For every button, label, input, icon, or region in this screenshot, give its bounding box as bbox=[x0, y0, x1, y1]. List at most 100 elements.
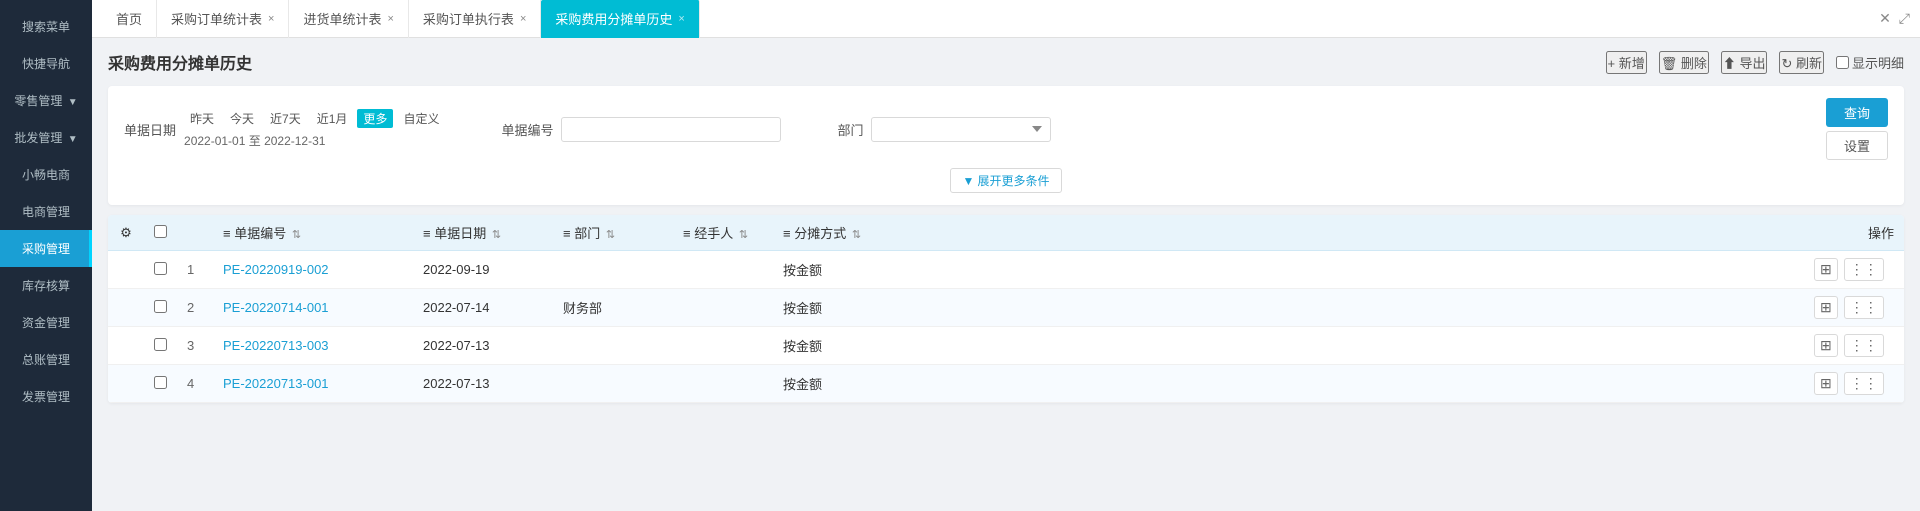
date-tag-yesterday[interactable]: 昨天 bbox=[184, 109, 220, 128]
row-date: 2022-07-13 bbox=[413, 365, 553, 403]
row-checkbox[interactable] bbox=[144, 289, 177, 327]
page-title: 采购费用分摊单历史 bbox=[108, 50, 252, 74]
col-header-checkbox[interactable] bbox=[144, 215, 177, 251]
row-date: 2022-07-14 bbox=[413, 289, 553, 327]
row-docnum-link[interactable]: PE-20220713-001 bbox=[223, 376, 329, 391]
search-btn-group: 查询 设置 bbox=[1826, 98, 1888, 160]
col-header-date[interactable]: ≡ 单据日期 ⇅ bbox=[413, 215, 553, 251]
tab-import-stat[interactable]: 进货单统计表 × bbox=[289, 0, 408, 38]
col-header-split[interactable]: ≡ 分摊方式 ⇅ bbox=[773, 215, 1804, 251]
date-tag-custom[interactable]: 自定义 bbox=[397, 109, 445, 128]
delete-button[interactable]: 🗑 删除 bbox=[1659, 51, 1709, 74]
row-date: 2022-09-19 bbox=[413, 251, 553, 289]
sidebar-item-finance[interactable]: 资金管理 bbox=[0, 304, 92, 341]
tab-maximize-icon[interactable]: ⤢ bbox=[1899, 10, 1910, 27]
sidebar-item-ecom[interactable]: 电商管理 bbox=[0, 193, 92, 230]
sort-icon-split: ⇅ bbox=[852, 229, 861, 241]
sidebar-item-search[interactable]: 搜索菜单 bbox=[0, 8, 92, 45]
tab-home[interactable]: 首页 bbox=[102, 0, 157, 38]
date-tag-7days[interactable]: 近7天 bbox=[264, 109, 307, 128]
doc-num-input[interactable] bbox=[561, 117, 781, 142]
row-actions: ⊞ ⋮⋮ bbox=[1804, 327, 1904, 365]
row-checkbox[interactable] bbox=[144, 327, 177, 365]
sidebar-item-ledger[interactable]: 总账管理 bbox=[0, 341, 92, 378]
show-columns-checkbox[interactable] bbox=[1836, 56, 1849, 69]
col-header-dept[interactable]: ≡ 部门 ⇅ bbox=[553, 215, 673, 251]
sidebar-item-label: 快捷导航 bbox=[4, 55, 88, 72]
sidebar-item-wholesale[interactable]: 批发管理 ▼ bbox=[0, 119, 92, 156]
doc-num-field: 单据编号 bbox=[501, 117, 781, 142]
show-columns-toggle[interactable]: 显示明细 bbox=[1836, 53, 1904, 72]
refresh-button[interactable]: ↻ 刷新 bbox=[1779, 51, 1824, 74]
row-num: 2 bbox=[177, 289, 213, 327]
row-docnum-link[interactable]: PE-20220713-003 bbox=[223, 338, 329, 353]
sort-icon-docnum: ⇅ bbox=[292, 229, 301, 241]
row-select-checkbox[interactable] bbox=[154, 376, 167, 389]
view-icon[interactable]: ⊞ bbox=[1814, 334, 1838, 357]
row-docnum-link[interactable]: PE-20220919-002 bbox=[223, 262, 329, 277]
add-label: + 新增 bbox=[1608, 53, 1645, 72]
tab-close-purchase-order-exec[interactable]: × bbox=[520, 13, 526, 25]
row-dept bbox=[553, 251, 673, 289]
row-checkbox[interactable] bbox=[144, 251, 177, 289]
row-docnum-link[interactable]: PE-20220714-001 bbox=[223, 300, 329, 315]
row-select-checkbox[interactable] bbox=[154, 300, 167, 313]
row-checkbox[interactable] bbox=[144, 365, 177, 403]
table-header-row: ⚙ ≡ 单据编号 ⇅ ≡ 单据日期 ⇅ ≡ 部门 bbox=[108, 215, 1904, 251]
sidebar-item-purchase[interactable]: 采购管理 bbox=[0, 230, 92, 267]
sidebar-item-invoice[interactable]: 发票管理 bbox=[0, 378, 92, 415]
tab-purchase-order-stat[interactable]: 采购订单统计表 × bbox=[157, 0, 289, 38]
date-tag-1month[interactable]: 近1月 bbox=[311, 109, 354, 128]
expand-button[interactable]: ▼ 展开更多条件 bbox=[950, 168, 1063, 193]
col-handler-label: ≡ 经手人 bbox=[683, 226, 733, 241]
sidebar-item-inventory[interactable]: 库存核算 bbox=[0, 267, 92, 304]
add-button[interactable]: + 新增 bbox=[1606, 51, 1647, 74]
col-header-docnum[interactable]: ≡ 单据编号 ⇅ bbox=[213, 215, 413, 251]
date-tag-today[interactable]: 今天 bbox=[224, 109, 260, 128]
tab-purchase-order-stat-label: 采购订单统计表 bbox=[171, 9, 262, 28]
view-icon[interactable]: ⊞ bbox=[1814, 258, 1838, 281]
col-header-num bbox=[177, 215, 213, 251]
more-icon[interactable]: ⋮⋮ bbox=[1844, 296, 1884, 319]
tab-close-import-stat[interactable]: × bbox=[387, 13, 393, 25]
row-handler bbox=[673, 365, 773, 403]
row-split: 按金额 bbox=[773, 251, 1804, 289]
sidebar-item-retail[interactable]: 零售管理 ▼ bbox=[0, 82, 92, 119]
row-select-checkbox[interactable] bbox=[154, 338, 167, 351]
show-columns-label: 显示明细 bbox=[1852, 53, 1904, 72]
more-icon[interactable]: ⋮⋮ bbox=[1844, 334, 1884, 357]
row-num: 4 bbox=[177, 365, 213, 403]
table-row: 4 PE-20220713-001 2022-07-13 按金额 ⊞ ⋮⋮ bbox=[108, 365, 1904, 403]
settings-button[interactable]: 设置 bbox=[1826, 131, 1888, 160]
tab-close-purchase-order-stat[interactable]: × bbox=[268, 13, 274, 25]
sidebar-item-shortcut[interactable]: 快捷导航 bbox=[0, 45, 92, 82]
export-button[interactable]: ⬆ 导出 bbox=[1721, 51, 1768, 74]
table-row: 1 PE-20220919-002 2022-09-19 按金额 ⊞ ⋮⋮ bbox=[108, 251, 1904, 289]
view-icon[interactable]: ⊞ bbox=[1814, 372, 1838, 395]
select-all-checkbox[interactable] bbox=[154, 225, 167, 238]
tab-close-icon[interactable]: ✕ bbox=[1879, 10, 1891, 27]
row-select-checkbox[interactable] bbox=[154, 262, 167, 275]
table-row: 2 PE-20220714-001 2022-07-14 财务部 按金额 ⊞ ⋮… bbox=[108, 289, 1904, 327]
sidebar: 搜索菜单 快捷导航 零售管理 ▼ 批发管理 ▼ 小畅电商 电商管理 采购管理 库… bbox=[0, 0, 92, 511]
tab-purchase-fee-history[interactable]: 采购费用分摊单历史 × bbox=[541, 0, 699, 38]
tab-close-purchase-fee-history[interactable]: × bbox=[678, 13, 684, 25]
search-button[interactable]: 查询 bbox=[1826, 98, 1888, 127]
tab-purchase-order-exec-label: 采购订单执行表 bbox=[423, 9, 514, 28]
col-header-handler[interactable]: ≡ 经手人 ⇅ bbox=[673, 215, 773, 251]
sidebar-item-mini[interactable]: 小畅电商 bbox=[0, 156, 92, 193]
row-actions: ⊞ ⋮⋮ bbox=[1804, 251, 1904, 289]
sort-icon-dept: ⇅ bbox=[606, 229, 615, 241]
dept-select[interactable] bbox=[871, 117, 1051, 142]
data-table-wrap: ⚙ ≡ 单据编号 ⇅ ≡ 单据日期 ⇅ ≡ 部门 bbox=[108, 215, 1904, 403]
data-table: ⚙ ≡ 单据编号 ⇅ ≡ 单据日期 ⇅ ≡ 部门 bbox=[108, 215, 1904, 403]
col-header-gear[interactable]: ⚙ bbox=[108, 215, 144, 251]
more-icon[interactable]: ⋮⋮ bbox=[1844, 258, 1884, 281]
tab-bar: 首页 采购订单统计表 × 进货单统计表 × 采购订单执行表 × 采购费用分摊单历… bbox=[92, 0, 1920, 38]
date-tag-more[interactable]: 更多 bbox=[357, 109, 393, 128]
more-icon[interactable]: ⋮⋮ bbox=[1844, 372, 1884, 395]
row-docnum: PE-20220919-002 bbox=[213, 251, 413, 289]
view-icon[interactable]: ⊞ bbox=[1814, 296, 1838, 319]
sidebar-item-label: 电商管理 bbox=[4, 203, 88, 220]
tab-purchase-order-exec[interactable]: 采购订单执行表 × bbox=[409, 0, 541, 38]
